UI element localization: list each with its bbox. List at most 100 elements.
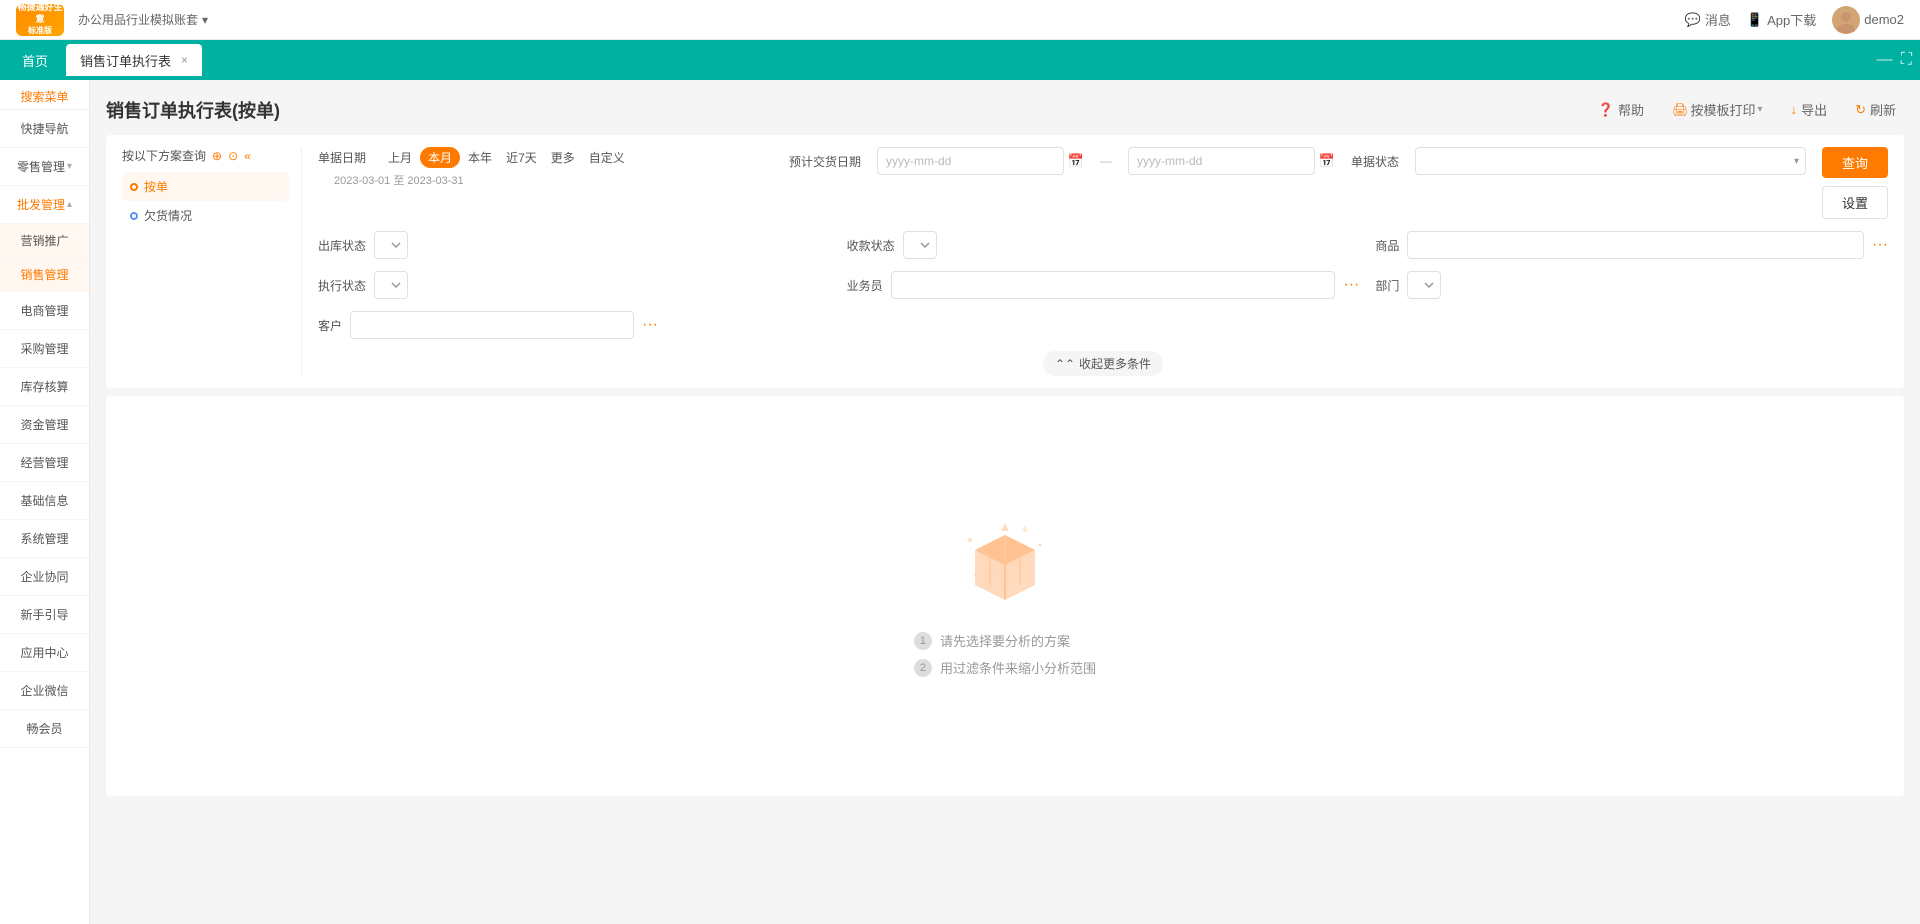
date-tab-7days[interactable]: 近7天 [500, 147, 543, 168]
outbound-select-input[interactable] [374, 231, 408, 259]
calendar-start-icon[interactable]: 📅 [1068, 153, 1084, 169]
refresh-icon: ↻ [1855, 102, 1866, 118]
status-select[interactable]: ▾ [1415, 147, 1806, 175]
product-input[interactable] [1407, 231, 1864, 259]
header-left: 畅捷通好生意标准版 办公用品行业模拟账套 ▾ [16, 4, 214, 36]
filter-nav-single[interactable]: 按单 [122, 172, 289, 201]
dept-group: 部门 [1375, 271, 1888, 299]
row2: 出库状态 收款状态 [318, 231, 1888, 259]
salesperson-more-icon[interactable]: ··· [1343, 277, 1359, 293]
content-area: 销售订单执行表(按单) ❓ 帮助 🖨 按模板打印 ▾ ↓ 导出 [90, 80, 1920, 924]
filter-left: 按以下方案查询 ⊕ ⊙ « 按单 欠货情况 [122, 147, 302, 376]
product-more-icon[interactable]: ··· [1872, 237, 1888, 253]
sidebar-item-purchase[interactable]: 采购管理 [0, 330, 89, 368]
sidebar-item-member[interactable]: 畅会员 [0, 710, 89, 748]
page-title-bar: 销售订单执行表(按单) ❓ 帮助 🖨 按模板打印 ▾ ↓ 导出 [106, 96, 1904, 123]
status-dropdown-icon[interactable]: ▾ [1788, 156, 1805, 167]
receipt-group: 收款状态 [847, 231, 1360, 259]
customer-input[interactable] [350, 311, 634, 339]
filter-nav-shortage[interactable]: 欠货情况 [122, 201, 289, 230]
add-icon[interactable]: ⊕ [212, 149, 222, 163]
date-tab-custom[interactable]: 自定义 [583, 147, 631, 168]
sidebar-item-inventory[interactable]: 库存核算 [0, 368, 89, 406]
exec-select[interactable] [374, 271, 831, 299]
sidebar-item-marketing[interactable]: 营销推广 [0, 224, 89, 258]
sidebar-search[interactable]: 搜索菜单 [0, 80, 89, 110]
sidebar-item-operations[interactable]: 经营管理 [0, 444, 89, 482]
empty-tips: 1 请先选择要分析的方案 2 用过滤条件来缩小分析范围 [914, 631, 1096, 677]
data-area: 1 请先选择要分析的方案 2 用过滤条件来缩小分析范围 [106, 396, 1904, 796]
sidebar-item-ecommerce[interactable]: 电商管理 [0, 292, 89, 330]
date-range-row: 2023-03-01 至 2023-03-31 [318, 172, 773, 188]
predicted-date-start: 📅 [877, 147, 1084, 175]
chevron-icon: ▾ [67, 161, 72, 172]
print-dropdown-icon[interactable]: ▾ [1758, 104, 1763, 115]
edit-icon[interactable]: ⊙ [228, 149, 238, 163]
expand-icon[interactable]: ⛶ [1901, 51, 1912, 69]
product-group: 商品 ··· [1375, 231, 1888, 259]
sidebar-item-wechat[interactable]: 企业微信 [0, 672, 89, 710]
date-label: 单据日期 [318, 149, 366, 166]
filter-layout: 按以下方案查询 ⊕ ⊙ « 按单 欠货情况 [122, 147, 1888, 376]
refresh-btn[interactable]: ↻ 刷新 [1847, 96, 1904, 123]
top-nav-label[interactable]: 办公用品行业模拟账套 ▾ [72, 11, 214, 28]
sidebar-item-enterprise[interactable]: 企业协同 [0, 558, 89, 596]
sidebar-item-wholesale[interactable]: 批发管理 ▴ [0, 186, 89, 224]
help-btn[interactable]: ❓ 帮助 [1590, 96, 1652, 123]
dept-select[interactable] [1407, 271, 1888, 299]
customer-label: 客户 [318, 317, 342, 334]
salesperson-input[interactable] [891, 271, 1336, 299]
tab-close-icon[interactable]: × [181, 53, 188, 67]
customer-group: 客户 ··· [318, 311, 658, 339]
sidebar-item-sales[interactable]: 销售管理 [0, 258, 89, 292]
sidebar-item-quick-nav[interactable]: 快捷导航 [0, 110, 89, 148]
receipt-select-input[interactable] [903, 231, 937, 259]
sidebar-item-appstore[interactable]: 应用中心 [0, 634, 89, 672]
sidebar-item-finance[interactable]: 资金管理 [0, 406, 89, 444]
date-separator: — [1100, 154, 1112, 168]
main-layout: 搜索菜单 快捷导航 零售管理 ▾ 批发管理 ▴ 营销推广 销售管理 电商管理 采… [0, 80, 1920, 924]
predicted-date-start-input[interactable] [877, 147, 1064, 175]
collapse-btn[interactable]: ⌃⌃ 收起更多条件 [1043, 351, 1163, 376]
messages-btn[interactable]: 💬 消息 [1685, 10, 1731, 29]
dept-select-input[interactable] [1407, 271, 1441, 299]
query-button[interactable]: 查询 [1822, 147, 1888, 178]
tab-active[interactable]: 销售订单执行表 × [66, 44, 202, 76]
sidebar-item-beginner[interactable]: 新手引导 [0, 596, 89, 634]
status-group: 单据状态 ▾ [1351, 147, 1806, 175]
minimize-icon[interactable]: — [1877, 51, 1893, 69]
sidebar-item-system[interactable]: 系统管理 [0, 520, 89, 558]
app-download-btn[interactable]: 📱 App下载 [1747, 10, 1816, 29]
print-btn[interactable]: 🖨 按模板打印 ▾ [1664, 96, 1771, 123]
date-tab-last-month[interactable]: 上月 [382, 147, 418, 168]
date-tabs: 上月 本月 本年 近7天 更多 自定义 [382, 147, 631, 168]
predicted-date-end: 📅 [1128, 147, 1335, 175]
receipt-select[interactable] [903, 231, 1360, 259]
predicted-date-label: 预计交货日期 [789, 153, 861, 170]
predicted-date-end-input[interactable] [1128, 147, 1315, 175]
sidebar: 搜索菜单 快捷导航 零售管理 ▾ 批发管理 ▴ 营销推广 销售管理 电商管理 采… [0, 80, 90, 924]
tab-home[interactable]: 首页 [8, 44, 62, 76]
calendar-end-icon[interactable]: 📅 [1319, 153, 1335, 169]
collapse-left-icon[interactable]: « [244, 149, 251, 163]
outbound-label: 出库状态 [318, 237, 366, 254]
chevron-icon: ▴ [67, 199, 72, 210]
sidebar-item-basic-info[interactable]: 基础信息 [0, 482, 89, 520]
date-tab-this-month[interactable]: 本月 [420, 147, 460, 168]
page-content: 销售订单执行表(按单) ❓ 帮助 🖨 按模板打印 ▾ ↓ 导出 [90, 80, 1920, 812]
empty-state: 1 请先选择要分析的方案 2 用过滤条件来缩小分析范围 [914, 435, 1096, 757]
exec-select-input[interactable] [374, 271, 408, 299]
tip-num-1: 1 [914, 632, 932, 650]
sidebar-item-retail[interactable]: 零售管理 ▾ [0, 148, 89, 186]
exec-label: 执行状态 [318, 277, 366, 294]
date-range-value: 2023-03-01 至 2023-03-31 [334, 172, 464, 188]
page-title: 销售订单执行表(按单) [106, 97, 280, 123]
date-tab-more[interactable]: 更多 [545, 147, 581, 168]
filter-panel: 按以下方案查询 ⊕ ⊙ « 按单 欠货情况 [106, 135, 1904, 388]
outbound-select[interactable] [374, 231, 831, 259]
date-tab-this-year[interactable]: 本年 [462, 147, 498, 168]
user-avatar[interactable]: demo2 [1832, 6, 1904, 34]
export-btn[interactable]: ↓ 导出 [1783, 96, 1836, 123]
settings-button[interactable]: 设置 [1822, 186, 1888, 219]
customer-more-icon[interactable]: ··· [642, 317, 658, 333]
